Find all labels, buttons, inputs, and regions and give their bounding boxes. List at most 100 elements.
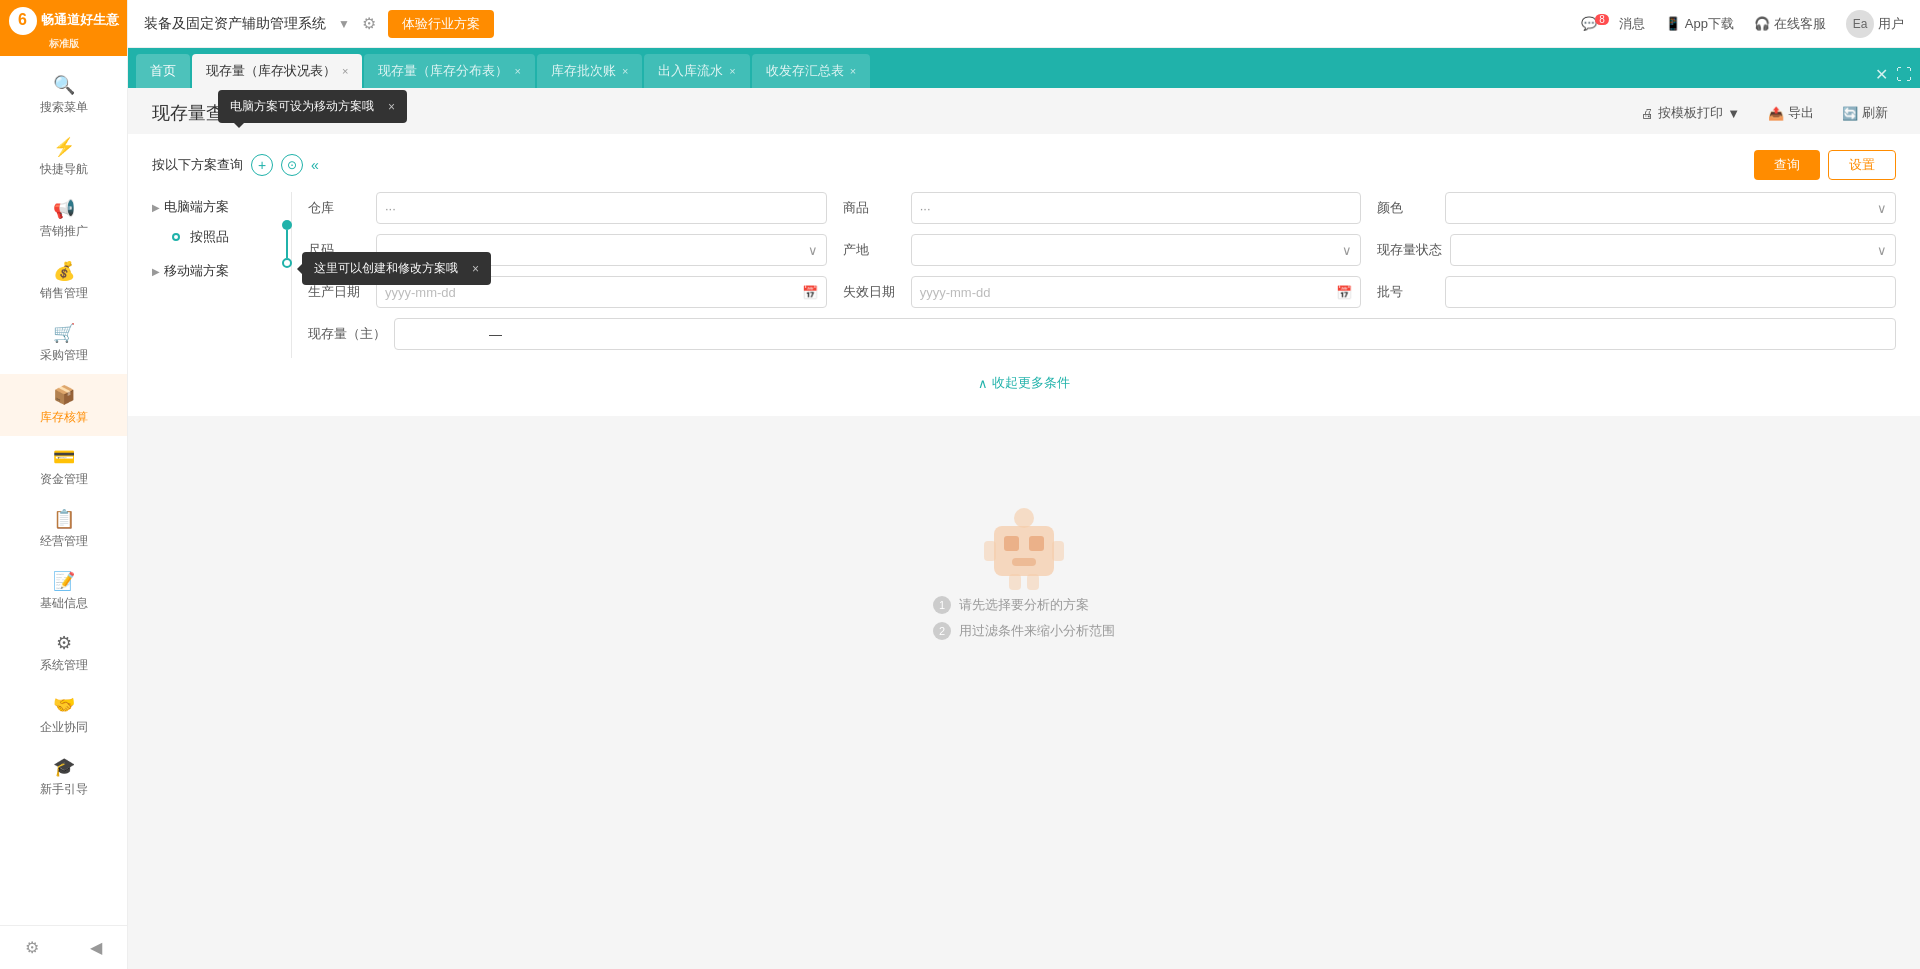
sidebar-item-system[interactable]: ⚙ 系统管理 [0,622,127,684]
warehouse-dots: ··· [385,201,396,216]
app-download-btn[interactable]: 📱 App下载 [1665,15,1734,33]
app-icon: 📱 [1665,16,1681,31]
dot-line [286,230,288,258]
messages-btn[interactable]: 💬 8 消息 [1581,15,1645,33]
plan-mobile-item[interactable]: ▶ 移动端方案 [152,256,283,286]
tab-inventory-batch-label: 库存批次账 [551,62,616,80]
sidebar-item-purchase[interactable]: 🛒 采购管理 [0,312,127,374]
tab-close-3[interactable]: × [622,65,628,77]
nav-label-nav: 快捷导航 [40,161,88,178]
support-btn[interactable]: 🎧 在线客服 [1754,15,1826,33]
sidebar-item-operations[interactable]: 📋 经营管理 [0,498,127,560]
tab-collect-summary-label: 收发存汇总表 [766,62,844,80]
filter-add-btn[interactable]: + [251,154,273,176]
nav-icon-guide: 🎓 [53,756,75,778]
tooltip1-close[interactable]: × [388,100,395,114]
tab-inventory-batch[interactable]: 库存批次账 × [537,54,642,88]
template-print-btn[interactable]: 🖨 按模板打印 ▼ [1633,100,1748,126]
set-btn[interactable]: 设置 [1828,150,1896,180]
goods-select[interactable]: ··· [911,192,1362,224]
step1-num: 1 [933,596,951,614]
collapse-btn[interactable]: ∧ 收起更多条件 [152,366,1896,400]
sidebar-item-sales[interactable]: 💰 销售管理 [0,250,127,312]
stock-qty-max[interactable] [508,327,588,342]
origin-arrow: ∨ [1342,243,1352,258]
nav-icon-system: ⚙ [56,632,72,654]
print-icon: 🖨 [1641,106,1654,121]
system-name: 装备及固定资产辅助管理系统 [144,15,326,33]
logo-area: 6 畅通道好生意 标准版 [0,0,127,56]
filter-row-3: 生产日期 yyyy-mm-dd 📅 失效日期 yyyy-mm-dd 📅 [308,276,1896,308]
nav-icon-search: 🔍 [53,74,75,96]
tab-inventory-dist[interactable]: 现存量（库存分布表） × [364,54,534,88]
tab-home[interactable]: 首页 [136,54,190,88]
sidebar-item-enterprise[interactable]: 🤝 企业协同 [0,684,127,746]
main-area: 装备及固定资产辅助管理系统 ▼ ⚙ 体验行业方案 💬 8 消息 📱 App下载 … [128,0,1920,969]
topbar-gear-icon[interactable]: ⚙ [362,14,376,33]
empty-step-1: 1 请先选择要分析的方案 [933,596,1115,614]
sidebar-item-finance[interactable]: 💳 资金管理 [0,436,127,498]
step2-num: 2 [933,622,951,640]
filter-back-btn[interactable]: « [311,157,319,173]
topbar: 装备及固定资产辅助管理系统 ▼ ⚙ 体验行业方案 💬 8 消息 📱 App下载 … [128,0,1920,48]
plan-expand-icon: ▶ [152,202,160,213]
tab-collect-summary[interactable]: 收发存汇总表 × [752,54,870,88]
stock-status-select[interactable]: ∨ [1450,234,1896,266]
collapse-icon[interactable]: ◀ [90,938,102,957]
tab-close-4[interactable]: × [729,65,735,77]
produce-date-label: 生产日期 [308,283,368,301]
sidebar-item-guide[interactable]: 🎓 新手引导 [0,746,127,808]
filter-copy-btn[interactable]: ⊙ [281,154,303,176]
collapse-arrow-icon: ∧ [978,376,988,391]
plan-sub-label: 按照品 [190,228,229,246]
origin-select[interactable]: ∨ [911,234,1362,266]
tabs-expand-icon[interactable]: ⛶ [1896,66,1912,84]
nav-icon-operations: 📋 [53,508,75,530]
support-label: 在线客服 [1774,15,1826,33]
nav-label-marketing: 营销推广 [40,223,88,240]
tab-inventory-status[interactable]: 现存量（库存状况表） × [192,54,362,88]
filter-header-text: 按以下方案查询 [152,156,243,174]
svg-rect-7 [1027,574,1039,590]
step1-text: 请先选择要分析的方案 [959,596,1089,614]
query-btn[interactable]: 查询 [1754,150,1820,180]
settings-icon[interactable]: ⚙ [25,938,39,957]
tab-close-5[interactable]: × [850,65,856,77]
color-label: 颜色 [1377,199,1437,217]
user-label: 用户 [1878,15,1904,33]
color-select[interactable]: ∨ [1445,192,1896,224]
svg-rect-6 [1009,574,1021,590]
expire-date-input[interactable]: yyyy-mm-dd 📅 [911,276,1362,308]
plan-sub-item[interactable]: 按照品 [152,222,283,252]
stock-status-label: 现存量状态 [1377,241,1442,259]
tab-close-1[interactable]: × [342,65,348,77]
sidebar-item-basic[interactable]: 📝 基础信息 [0,560,127,622]
tabs-close-all-icon[interactable]: ✕ [1875,65,1888,84]
sidebar-item-nav[interactable]: ⚡ 快捷导航 [0,126,127,188]
plan-desktop-item[interactable]: ▶ 电脑端方案 [152,192,283,222]
warehouse-select[interactable]: ··· [376,192,827,224]
stock-qty-range[interactable]: — [394,318,1896,350]
warehouse-label: 仓库 [308,199,368,217]
industry-button[interactable]: 体验行业方案 [388,10,494,38]
stock-qty-min[interactable] [403,327,483,342]
tooltip2-close[interactable]: × [472,262,479,276]
nav-icon-purchase: 🛒 [53,322,75,344]
tab-close-2[interactable]: × [514,65,520,77]
color-arrow: ∨ [1877,201,1887,216]
sidebar-item-marketing[interactable]: 📢 营销推广 [0,188,127,250]
plan-selected-dot [172,233,180,241]
topbar-arrow-icon: ▼ [338,17,350,31]
sidebar-item-inventory[interactable]: 📦 库存核算 [0,374,127,436]
sidebar-item-search[interactable]: 🔍 搜索菜单 [0,64,127,126]
export-btn[interactable]: 📤 导出 [1760,100,1822,126]
nav-icon-finance: 💳 [53,446,75,468]
expire-date-calendar-icon: 📅 [1336,285,1352,300]
nav-label-search: 搜索菜单 [40,99,88,116]
user-btn[interactable]: Ea 用户 [1846,10,1904,38]
batch-no-input[interactable] [1445,276,1896,308]
refresh-btn[interactable]: 🔄 刷新 [1834,100,1896,126]
tab-in-out-flow[interactable]: 出入库流水 × [644,54,749,88]
filter-row-1: 仓库 ··· 商品 ··· 颜色 [308,192,1896,224]
produce-date-placeholder: yyyy-mm-dd [385,285,456,300]
